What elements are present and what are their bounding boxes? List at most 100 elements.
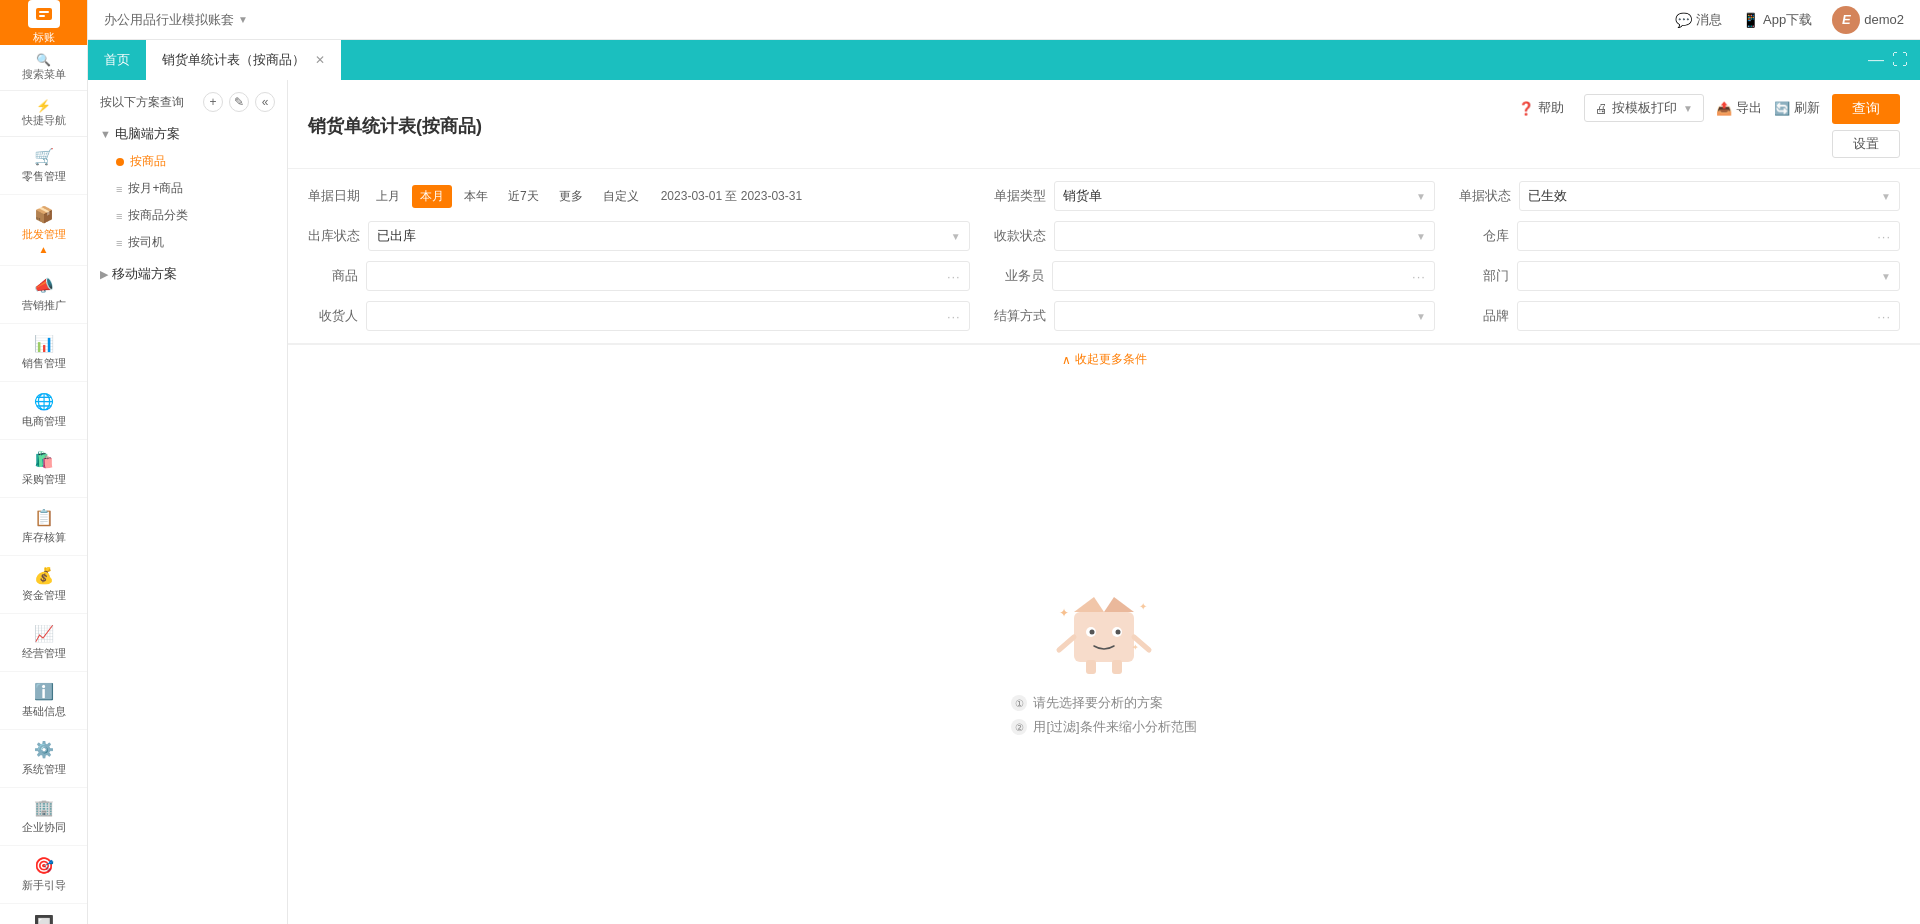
sidebar-item-guide[interactable]: 🎯 新手引导: [0, 846, 87, 904]
help-label: 帮助: [1538, 99, 1564, 117]
sidebar: 标账 🔍 搜索菜单 ⚡ 快捷导航 🛒 零售管理 📦 批发管理 ▲ 📣 营销推广 …: [0, 0, 88, 924]
top-header: 办公用品行业模拟账套 ▼ 💬 消息 📱 App下载 E demo2: [88, 0, 1920, 40]
sidebar-item-finance[interactable]: 💰 资金管理: [0, 556, 87, 614]
sidebar-item-basics[interactable]: ℹ️ 基础信息: [0, 672, 87, 730]
help-btn[interactable]: ❓ 帮助: [1510, 95, 1572, 121]
sidebar-item-operations[interactable]: 📈 经营管理: [0, 614, 87, 672]
svg-rect-14: [1112, 660, 1122, 674]
collapse-panel-btn[interactable]: «: [255, 92, 275, 112]
brand-value[interactable]: ···: [1517, 301, 1900, 331]
salesperson-more-icon: ···: [1412, 269, 1426, 284]
tree-mobile-expand-icon: ▶: [100, 268, 108, 281]
tab-expand-btn[interactable]: ⛶: [1892, 51, 1908, 69]
collapse-bar[interactable]: ∧ 收起更多条件: [288, 344, 1920, 374]
left-panel-header: 按以下方案查询 + ✎ «: [88, 92, 287, 120]
sidebar-item-ecommerce[interactable]: 🌐 电商管理: [0, 382, 87, 440]
app-download-btn[interactable]: 📱 App下载: [1742, 11, 1812, 29]
sidebar-item-sales[interactable]: 📊 销售管理: [0, 324, 87, 382]
settings-btn[interactable]: 设置: [1832, 130, 1900, 158]
refresh-btn[interactable]: 🔄 刷新: [1774, 99, 1820, 117]
recipient-value[interactable]: ···: [366, 301, 970, 331]
operations-icon: 📈: [34, 624, 54, 643]
tab-sales-stats[interactable]: 销货单统计表（按商品） ✕: [146, 40, 341, 80]
export-btn[interactable]: 📤 导出: [1716, 99, 1762, 117]
print-btn[interactable]: 🖨 按模板打印 ▼: [1584, 94, 1704, 122]
breadcrumb-dropdown-icon[interactable]: ▼: [238, 14, 248, 25]
filter-salesperson: 业务员 ···: [994, 261, 1435, 291]
sidebar-item-enterprise[interactable]: 🏢 企业协同: [0, 788, 87, 846]
svg-rect-13: [1086, 660, 1096, 674]
page-actions: ❓ 帮助 🖨 按模板打印 ▼ 📤 导出 🔄: [1510, 94, 1820, 122]
date-tab-lastmonth[interactable]: 上月: [368, 185, 408, 208]
query-btn[interactable]: 查询: [1832, 94, 1900, 124]
scheme-by-month-product[interactable]: ≡ 按月+商品: [116, 175, 287, 202]
collect-status-label: 收款状态: [994, 227, 1046, 245]
app-logo[interactable]: 标账: [0, 0, 88, 45]
sidebar-item-retail[interactable]: 🛒 零售管理: [0, 137, 87, 195]
page-title: 销货单统计表(按商品): [308, 114, 482, 138]
doc-type-text: 销货单: [1063, 187, 1102, 205]
enterprise-icon: 🏢: [34, 798, 54, 817]
date-tab-thismonth[interactable]: 本月: [412, 185, 452, 208]
date-tab-custom[interactable]: 自定义: [595, 185, 647, 208]
tab-sales-stats-label: 销货单统计表（按商品）: [162, 51, 305, 69]
sidebar-item-search[interactable]: 🔍 搜索菜单: [0, 45, 87, 91]
sidebar-item-quicknav[interactable]: ⚡ 快捷导航: [0, 91, 87, 137]
date-tab-7days[interactable]: 近7天: [500, 185, 547, 208]
user-menu[interactable]: E demo2: [1832, 6, 1904, 34]
empty-tip-1: ① 请先选择要分析的方案: [1011, 694, 1196, 712]
tab-home[interactable]: 首页: [88, 40, 146, 80]
sidebar-item-system[interactable]: ⚙️ 系统管理: [0, 730, 87, 788]
scheme-by-product[interactable]: 按商品: [116, 148, 287, 175]
sales-icon: 📊: [34, 334, 54, 353]
filter-row-1: 单据日期 上月 本月 本年 近7天 更多 自定义 2023-03-01 至 20…: [308, 181, 1900, 211]
scheme-by-category[interactable]: ≡ 按商品分类: [116, 202, 287, 229]
sidebar-item-purchase[interactable]: 🛍️ 采购管理: [0, 440, 87, 498]
scheme-by-driver-label: 按司机: [128, 234, 164, 251]
empty-state: ✦ ✦ ✦ ① 请先选择要分析的方案 ②: [288, 374, 1920, 924]
tab-actions: — ⛶: [1868, 51, 1920, 69]
scheme-by-driver[interactable]: ≡ 按司机: [116, 229, 287, 256]
salesperson-value[interactable]: ···: [1052, 261, 1435, 291]
tree-mobile-schemes[interactable]: ▶ 移动端方案: [88, 260, 287, 288]
date-tab-thisyear[interactable]: 本年: [456, 185, 496, 208]
department-label: 部门: [1459, 267, 1509, 285]
filter-doc-type: 单据类型 销货单 ▼: [994, 181, 1435, 211]
tree-desktop-schemes[interactable]: ▼ 电脑端方案: [88, 120, 287, 148]
product-value[interactable]: ···: [366, 261, 970, 291]
left-panel: 按以下方案查询 + ✎ « ▼ 电脑端方案: [88, 80, 288, 924]
retail-icon: 🛒: [34, 147, 54, 166]
collect-status-value[interactable]: ▼: [1054, 221, 1435, 251]
doc-status-value[interactable]: 已生效 ▼: [1519, 181, 1900, 211]
sidebar-item-apps[interactable]: 🔲 应用中心: [0, 904, 87, 924]
out-status-value[interactable]: 已出库 ▼: [368, 221, 970, 251]
edit-scheme-btn[interactable]: ✎: [229, 92, 249, 112]
collapse-icon: «: [262, 95, 269, 109]
guide-icon: 🎯: [34, 856, 54, 875]
recipient-label: 收货人: [308, 307, 358, 325]
filter-date: 单据日期 上月 本月 本年 近7天 更多 自定义 2023-03-01 至 20…: [308, 185, 970, 208]
filter-settlement: 结算方式 ▼: [994, 301, 1435, 331]
doc-type-value[interactable]: 销货单 ▼: [1054, 181, 1435, 211]
tab-minimize-btn[interactable]: —: [1868, 51, 1884, 69]
settlement-label: 结算方式: [994, 307, 1046, 325]
out-status-dropdown-icon: ▼: [951, 231, 961, 242]
svg-rect-3: [1074, 612, 1134, 662]
warehouse-value[interactable]: ···: [1517, 221, 1900, 251]
sidebar-item-wholesale[interactable]: 📦 批发管理 ▲: [0, 195, 87, 266]
messages-btn[interactable]: 💬 消息: [1675, 11, 1722, 29]
date-tab-more[interactable]: 更多: [551, 185, 591, 208]
print-label: 按模板打印: [1612, 99, 1677, 117]
sidebar-item-marketing[interactable]: 📣 营销推广: [0, 266, 87, 324]
svg-point-6: [1090, 630, 1095, 635]
department-value[interactable]: ▼: [1517, 261, 1900, 291]
help-icon: ❓: [1518, 101, 1534, 116]
page-header: 销货单统计表(按商品) ❓ 帮助 🖨 按模板打印 ▼ 📤: [288, 80, 1920, 169]
filter-row-3: 商品 ··· 业务员 ···: [308, 261, 1900, 291]
download-icon: 📱: [1742, 12, 1759, 28]
sidebar-item-inventory[interactable]: 📋 库存核算: [0, 498, 87, 556]
settlement-value[interactable]: ▼: [1054, 301, 1435, 331]
tip-num-2: ②: [1011, 719, 1027, 735]
add-scheme-btn[interactable]: +: [203, 92, 223, 112]
tab-close-icon[interactable]: ✕: [315, 53, 325, 67]
